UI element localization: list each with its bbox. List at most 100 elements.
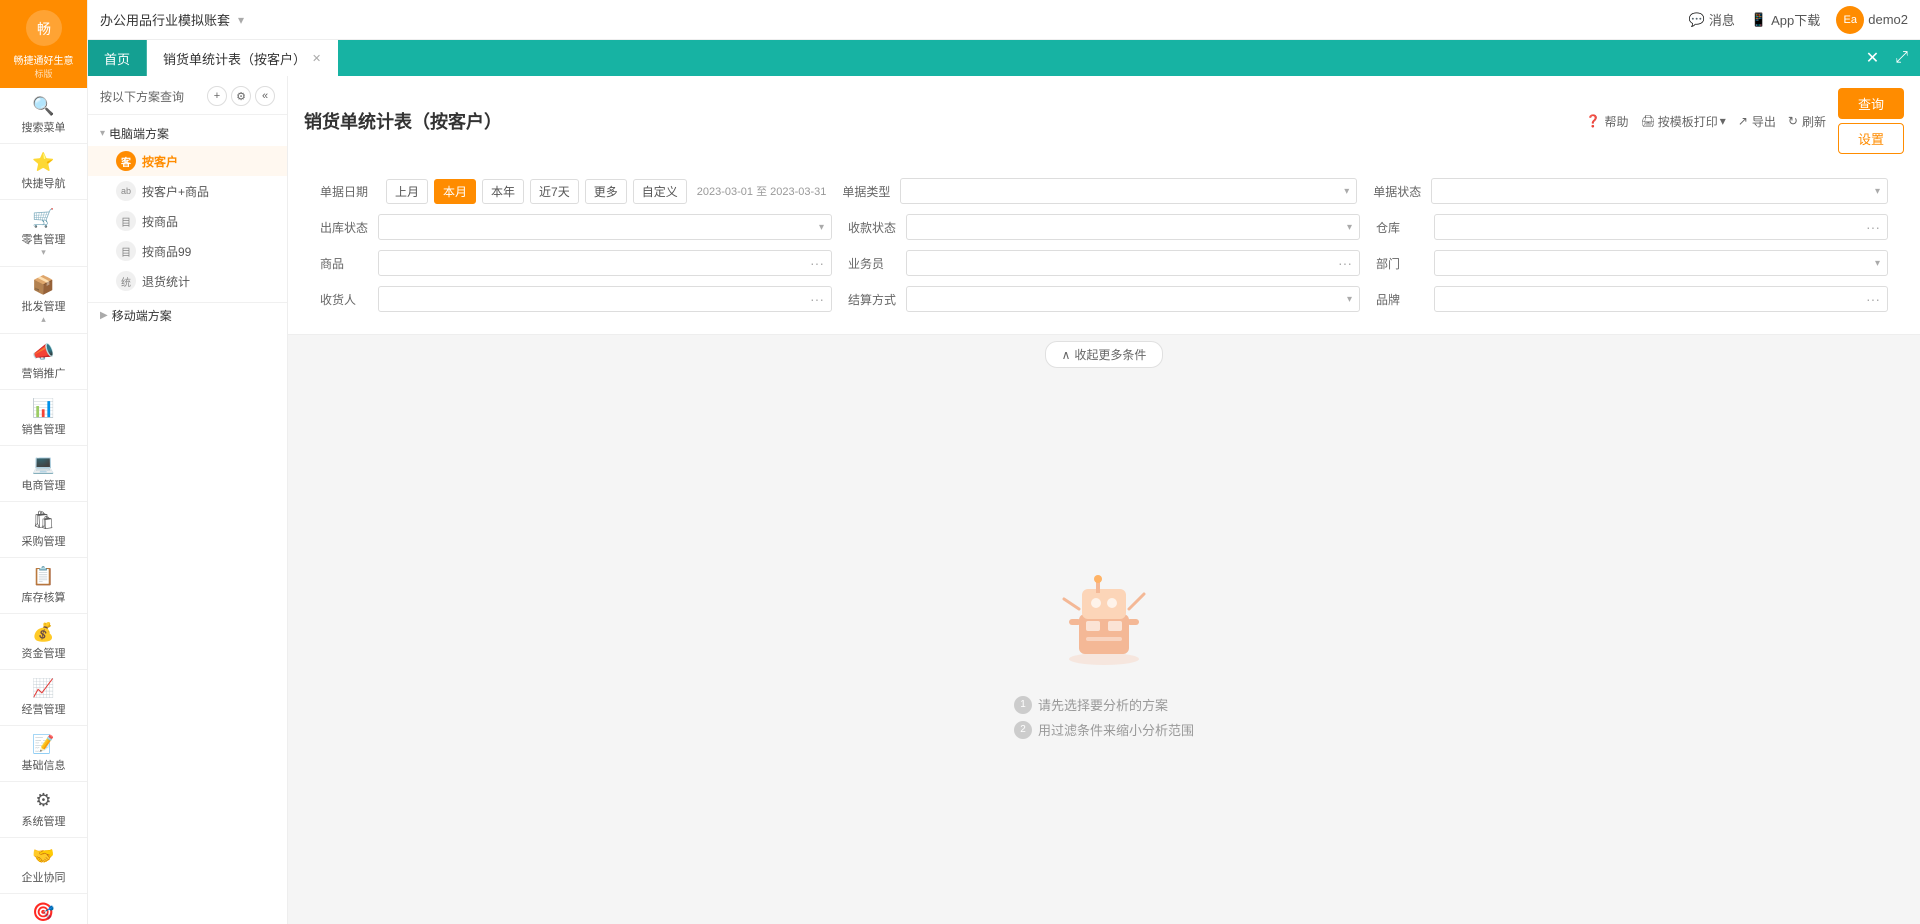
salesperson-input[interactable]: [906, 250, 1360, 276]
tree-item-goods99[interactable]: 目 按商品99: [88, 236, 287, 266]
sidebar-item-inventory[interactable]: 📋 库存核算: [0, 558, 87, 614]
sidebar-item-purchase[interactable]: 🛍 采购管理: [0, 502, 87, 558]
sidebar-item-sales[interactable]: 📊 销售管理: [0, 390, 87, 446]
empty-state-illustration: [1044, 559, 1164, 679]
query-button[interactable]: 查询: [1838, 88, 1904, 119]
workspace-arrow[interactable]: ▾: [238, 13, 244, 27]
tree-item-goods99-label: 按商品99: [142, 243, 191, 260]
sidebar-item-finance[interactable]: 💰 资金管理: [0, 614, 87, 670]
out-status-label: 出库状态: [320, 219, 370, 236]
filter-row-1: 单据日期 上月 本月 本年 近7天 更多 自定义 2023-03-01 至 20…: [320, 178, 1888, 204]
tree-section: ▾ 电脑端方案 客 按客户 ab 按客户+商品 目 按商品 目 按商品99: [88, 115, 287, 302]
order-type-select[interactable]: [900, 178, 1357, 204]
tab-close-btn[interactable]: ✕: [312, 52, 321, 65]
print-icon: 🖨: [1641, 114, 1656, 128]
sidebar-label-enterprise: 企业协同: [22, 869, 66, 885]
left-panel-header-actions: + ⚙ «: [207, 86, 275, 106]
collapse-panel-btn[interactable]: «: [255, 86, 275, 106]
date-btn-last-month[interactable]: 上月: [386, 179, 428, 204]
tree-item-return-stats[interactable]: 统 退货统计: [88, 266, 287, 296]
warehouse-input[interactable]: [1434, 214, 1888, 240]
sidebar-item-search[interactable]: 🔍 搜索菜单: [0, 88, 87, 144]
order-status-cell: 单据状态 ▾: [1373, 178, 1888, 204]
sidebar-label-wholesale: 批发管理: [22, 298, 66, 314]
tab-home[interactable]: 首页: [88, 40, 147, 76]
date-btn-custom[interactable]: 自定义: [633, 179, 687, 204]
tab-close-all-btn[interactable]: ✕: [1862, 48, 1883, 68]
sales-icon: 📊: [32, 398, 54, 419]
date-filter-group: 上月 本月 本年 近7天 更多 自定义 2023-03-01 至 2023-03…: [386, 179, 826, 204]
sidebar-item-quick-nav[interactable]: ⭐ 快捷导航: [0, 144, 87, 200]
sidebar-item-ecommerce[interactable]: 💻 电商管理: [0, 446, 87, 502]
brand-input[interactable]: [1434, 286, 1888, 312]
app-download-icon: 📱: [1751, 12, 1767, 28]
tab-restore-btn[interactable]: ⤢: [1891, 49, 1912, 67]
print-btn[interactable]: 🖨 按模板打印 ▾: [1641, 113, 1726, 130]
ecommerce-icon: 💻: [32, 454, 54, 475]
settlement-select[interactable]: [906, 286, 1360, 312]
sidebar-item-operations[interactable]: 📈 经营管理: [0, 670, 87, 726]
tree-group-desktop[interactable]: ▾ 电脑端方案: [88, 121, 287, 146]
user-item[interactable]: Ea demo2: [1836, 6, 1908, 34]
goods-icon: 目: [116, 211, 136, 231]
date-btn-more[interactable]: 更多: [585, 179, 627, 204]
date-btn-this-month[interactable]: 本月: [434, 179, 476, 204]
left-panel-title: 按以下方案查询: [100, 88, 184, 105]
sidebar-item-marketing[interactable]: 📣 营销推广: [0, 334, 87, 390]
star-icon: ⭐: [32, 152, 54, 173]
department-select[interactable]: [1434, 250, 1888, 276]
settings-scheme-btn[interactable]: ⚙: [231, 86, 251, 106]
app-download-item[interactable]: 📱 App下载: [1751, 10, 1820, 29]
sidebar-item-enterprise[interactable]: 🤝 企业协同: [0, 838, 87, 894]
add-scheme-btn[interactable]: +: [207, 86, 227, 106]
receiver-input[interactable]: [378, 286, 832, 312]
main-area: 办公用品行业模拟账套 ▾ 💬 消息 📱 App下载 Ea demo2 首页: [88, 0, 1920, 924]
goods-input[interactable]: [378, 250, 832, 276]
refresh-btn[interactable]: ↻ 刷新: [1788, 113, 1826, 130]
sidebar-item-wholesale[interactable]: 📦 批发管理 ▴: [0, 267, 87, 334]
app-subtitle: 标版: [34, 67, 52, 80]
help-btn[interactable]: ❓ 帮助: [1586, 113, 1629, 130]
svg-text:畅: 畅: [37, 22, 51, 38]
empty-hint-1: 1 请先选择要分析的方案: [1014, 695, 1194, 714]
tab-bar: 首页 销货单统计表（按客户） ✕ ✕ ⤢: [88, 40, 1920, 76]
sidebar-item-newbie[interactable]: 🎯 新手引导: [0, 894, 87, 924]
tree-arrow-right: ▶: [100, 310, 108, 321]
date-btn-7days[interactable]: 近7天: [530, 179, 579, 204]
sidebar-item-system[interactable]: ⚙ 系统管理: [0, 782, 87, 838]
tree-item-customer-goods[interactable]: ab 按客户+商品: [88, 176, 287, 206]
content-area: 按以下方案查询 + ⚙ « ▾ 电脑端方案 客 按客户 ab 按客: [88, 76, 1920, 924]
out-status-select[interactable]: [378, 214, 832, 240]
out-status-cell: 出库状态 ▾: [320, 214, 832, 240]
tree-item-customer[interactable]: 客 按客户: [88, 146, 287, 176]
hint-text-1: 请先选择要分析的方案: [1038, 695, 1168, 714]
goods-cell: 商品 ···: [320, 250, 832, 276]
app-download-label: App下载: [1771, 10, 1820, 29]
newbie-icon: 🎯: [32, 902, 54, 923]
order-status-select[interactable]: [1431, 178, 1888, 204]
customer-icon: 客: [116, 151, 136, 171]
tree-group-mobile[interactable]: ▶ 移动端方案: [88, 303, 287, 328]
sidebar-label-basics: 基础信息: [22, 757, 66, 773]
collapse-btn[interactable]: ∧ 收起更多条件: [1045, 341, 1164, 368]
brand-label: 品牌: [1376, 291, 1426, 308]
message-item[interactable]: 💬 消息: [1689, 10, 1735, 29]
sidebar-item-basics[interactable]: 📝 基础信息: [0, 726, 87, 782]
sidebar-label-retail: 零售管理: [22, 231, 66, 247]
payment-status-select[interactable]: [906, 214, 1360, 240]
export-btn[interactable]: ↗ 导出: [1738, 113, 1776, 130]
sidebar: 畅 畅捷通好生意 标版 🔍 搜索菜单 ⭐ 快捷导航 🛒 零售管理 ▾ 📦 批发管…: [0, 0, 88, 924]
tree-item-goods[interactable]: 目 按商品: [88, 206, 287, 236]
tree-item-customer-goods-label: 按客户+商品: [142, 183, 209, 200]
payment-status-cell: 收款状态 ▾: [848, 214, 1360, 240]
enterprise-icon: 🤝: [32, 846, 54, 867]
brand-cell: 品牌 ···: [1376, 286, 1888, 312]
sidebar-item-retail[interactable]: 🛒 零售管理 ▾: [0, 200, 87, 267]
sidebar-label-purchase: 采购管理: [22, 533, 66, 549]
filter-row-2: 出库状态 ▾ 收款状态: [320, 214, 1888, 240]
settings-button[interactable]: 设置: [1838, 123, 1904, 154]
tab-sales-stats[interactable]: 销货单统计表（按客户） ✕: [147, 40, 338, 76]
tree-group-desktop-label: 电脑端方案: [109, 125, 169, 142]
collapse-icon: ∧: [1062, 348, 1071, 362]
date-btn-this-year[interactable]: 本年: [482, 179, 524, 204]
